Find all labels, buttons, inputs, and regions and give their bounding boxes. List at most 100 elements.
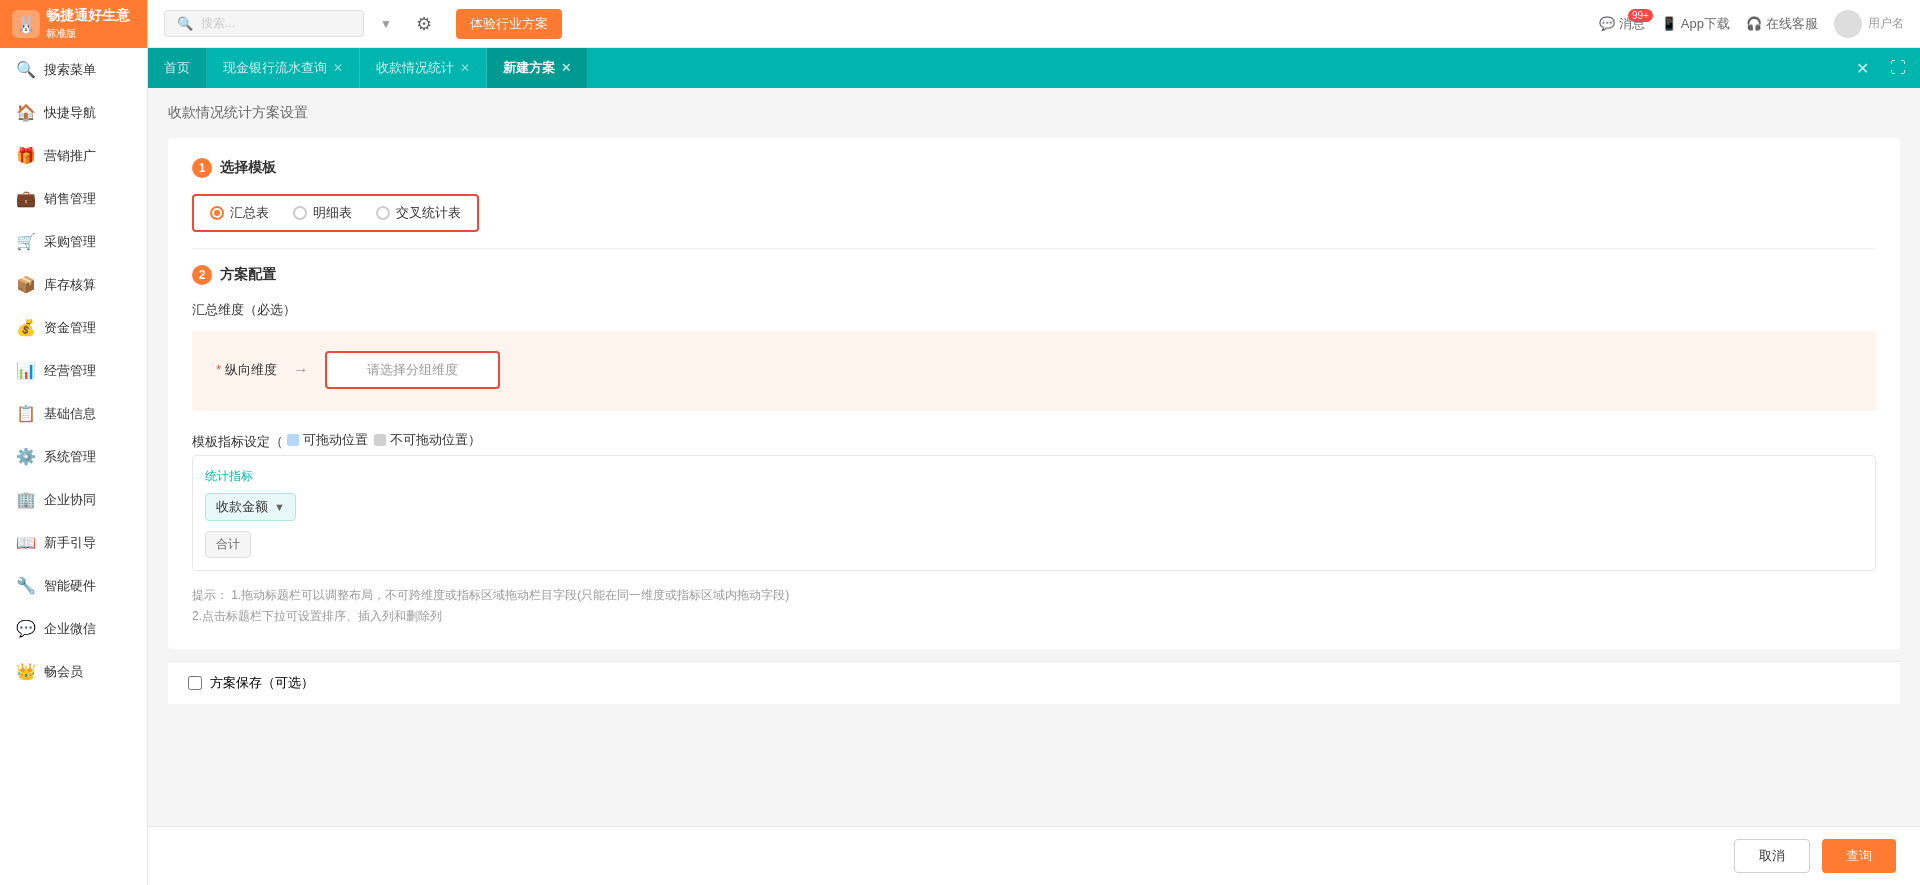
section1-title: 选择模板 — [220, 159, 276, 177]
content-area: 收款情况统计方案设置 1 选择模板 汇总表 明细表 交叉统计表 — [148, 88, 1920, 885]
draggable-hint-label: 可拖动位置 — [303, 431, 368, 449]
sidebar-item-purchase[interactable]: 🛒 采购管理 — [0, 220, 147, 263]
chart-icon: 📊 — [16, 361, 36, 380]
dimension-label: * 纵向维度 — [216, 361, 277, 379]
user-info[interactable]: 用户名 — [1834, 10, 1904, 38]
tip-1: 提示： 1.拖动标题栏可以调整布局，不可跨维度或指标区域拖动栏目字段(只能在同一… — [192, 587, 1876, 604]
trial-button[interactable]: 体验行业方案 — [456, 9, 562, 39]
dimension-config: 汇总维度（必选） * 纵向维度 → 请选择分组维度 模板指标设定（ — [192, 301, 1876, 625]
tab-actions: ✕ ⛶ — [1848, 48, 1920, 88]
draggable-hint-dot — [287, 434, 299, 446]
tab-collection-stats-label: 收款情况统计 — [376, 59, 454, 77]
sidebar-item-finance[interactable]: 💰 资金管理 — [0, 306, 147, 349]
sidebar-item-member[interactable]: 👑 畅会员 — [0, 650, 147, 693]
sidebar-item-label: 系统管理 — [44, 448, 96, 466]
building-icon: 🏢 — [16, 490, 36, 509]
tab-new-plan[interactable]: 新建方案 ✕ — [487, 48, 588, 88]
tab-collection-stats[interactable]: 收款情况统计 ✕ — [360, 48, 487, 88]
settings-button[interactable]: ⚙ — [408, 8, 440, 40]
gift-icon: 🎁 — [16, 146, 36, 165]
user-avatar — [1834, 10, 1862, 38]
tip-2: 2.点击标题栏下拉可设置排序、插入列和删除列 — [192, 608, 1876, 625]
tab-expand-button[interactable]: ⛶ — [1884, 54, 1912, 82]
cancel-button[interactable]: 取消 — [1734, 839, 1810, 873]
tab-close-button[interactable]: ✕ — [1848, 54, 1876, 82]
service-button[interactable]: 🎧 在线客服 — [1746, 15, 1818, 33]
metric-tag-collection[interactable]: 收款金额 ▼ — [205, 493, 296, 521]
top-header: 🔍 搜索... ▼ ⚙ 体验行业方案 💬 消息 99+ 📱 App下载 🎧 在线… — [148, 0, 1920, 48]
sidebar-item-inventory[interactable]: 📦 库存核算 — [0, 263, 147, 306]
metric-subtag-total[interactable]: 合计 — [205, 531, 251, 558]
download-button[interactable]: 📱 App下载 — [1661, 15, 1730, 33]
sidebar-item-quick-nav[interactable]: 🏠 快捷导航 — [0, 91, 147, 134]
sidebar-item-label: 经营管理 — [44, 362, 96, 380]
sidebar-item-hardware[interactable]: 🔧 智能硬件 — [0, 564, 147, 607]
tab-bank-flow-close[interactable]: ✕ — [333, 61, 343, 75]
save-option-bar: 方案保存（可选） — [168, 661, 1900, 704]
dimension-selector[interactable]: 请选择分组维度 — [325, 351, 500, 389]
tab-bank-flow-label: 现金银行流水查询 — [223, 59, 327, 77]
section2-title: 方案配置 — [220, 266, 276, 284]
config-card: 1 选择模板 汇总表 明细表 交叉统计表 2 — [168, 138, 1900, 649]
section1-header: 1 选择模板 — [192, 158, 1876, 178]
fixed-hint-dot — [374, 434, 386, 446]
sidebar: 🐰 畅捷通好生意 标准版 🔍 搜索菜单 🏠 快捷导航 🎁 营销推广 💼 销售管理… — [0, 0, 148, 885]
dimension-arrow-icon: → — [293, 361, 309, 379]
radio-summary[interactable]: 汇总表 — [210, 204, 269, 222]
home-icon: 🏠 — [16, 103, 36, 122]
section2-header: 2 方案配置 — [192, 265, 1876, 285]
sidebar-item-enterprise[interactable]: 🏢 企业协同 — [0, 478, 147, 521]
sidebar-item-operation[interactable]: 📊 经营管理 — [0, 349, 147, 392]
message-badge: 99+ — [1628, 9, 1653, 22]
sidebar-item-label: 企业微信 — [44, 620, 96, 638]
metrics-title: 统计指标 — [205, 468, 1863, 485]
gear-icon: ⚙️ — [16, 447, 36, 466]
radio-detail[interactable]: 明细表 — [293, 204, 352, 222]
metric-tag-label: 收款金额 — [216, 498, 268, 516]
book-icon: 📖 — [16, 533, 36, 552]
main-area: 🔍 搜索... ▼ ⚙ 体验行业方案 💬 消息 99+ 📱 App下载 🎧 在线… — [148, 0, 1920, 885]
search-bar[interactable]: 🔍 搜索... — [164, 10, 364, 37]
sidebar-item-sales[interactable]: 💼 销售管理 — [0, 177, 147, 220]
draggable-hint: 可拖动位置 — [287, 431, 368, 449]
sidebar-item-label: 快捷导航 — [44, 104, 96, 122]
metrics-box: 统计指标 收款金额 ▼ 合计 — [192, 455, 1876, 571]
chevron-down-icon: ▼ — [274, 501, 285, 513]
radio-detail-circle — [293, 206, 307, 220]
download-icon: 📱 — [1661, 16, 1677, 31]
tab-bank-flow[interactable]: 现金银行流水查询 ✕ — [207, 48, 360, 88]
sidebar-item-label: 新手引导 — [44, 534, 96, 552]
sidebar-item-guide[interactable]: 📖 新手引导 — [0, 521, 147, 564]
query-button[interactable]: 查询 — [1822, 839, 1896, 873]
tab-collection-stats-close[interactable]: ✕ — [460, 61, 470, 75]
logo-text: 畅捷通好生意 — [46, 7, 130, 25]
sidebar-logo: 🐰 畅捷通好生意 标准版 — [0, 0, 147, 48]
tab-home-label: 首页 — [164, 59, 190, 77]
briefcase-icon: 💼 — [16, 189, 36, 208]
fixed-hint: 不可拖动位置） — [374, 431, 481, 449]
search-icon: 🔍 — [177, 16, 193, 31]
dimension-title-text: 汇总维度（必选） — [192, 302, 296, 317]
radio-cross-circle — [376, 206, 390, 220]
headset-icon: 🎧 — [1746, 16, 1762, 31]
sidebar-item-marketing[interactable]: 🎁 营销推广 — [0, 134, 147, 177]
dimension-config-title: 汇总维度（必选） — [192, 301, 1876, 319]
sidebar-item-wechat[interactable]: 💬 企业微信 — [0, 607, 147, 650]
dropdown-arrow-icon[interactable]: ▼ — [380, 17, 392, 31]
sidebar-item-system[interactable]: ⚙️ 系统管理 — [0, 435, 147, 478]
page-title: 收款情况统计方案设置 — [168, 104, 1900, 122]
dimension-container: * 纵向维度 → 请选择分组维度 — [192, 331, 1876, 411]
radio-group-template: 汇总表 明细表 交叉统计表 — [192, 194, 479, 232]
save-checkbox[interactable] — [188, 676, 202, 690]
box-icon: 📦 — [16, 275, 36, 294]
tab-new-plan-close[interactable]: ✕ — [561, 61, 571, 75]
message-button[interactable]: 💬 消息 99+ — [1599, 15, 1645, 33]
tab-home[interactable]: 首页 — [148, 48, 207, 88]
sidebar-item-basic[interactable]: 📋 基础信息 — [0, 392, 147, 435]
radio-summary-circle — [210, 206, 224, 220]
radio-cross[interactable]: 交叉统计表 — [376, 204, 461, 222]
sidebar-item-search[interactable]: 🔍 搜索菜单 — [0, 48, 147, 91]
radio-summary-label: 汇总表 — [230, 204, 269, 222]
cart-icon: 🛒 — [16, 232, 36, 251]
message-icon: 💬 — [1599, 16, 1615, 31]
